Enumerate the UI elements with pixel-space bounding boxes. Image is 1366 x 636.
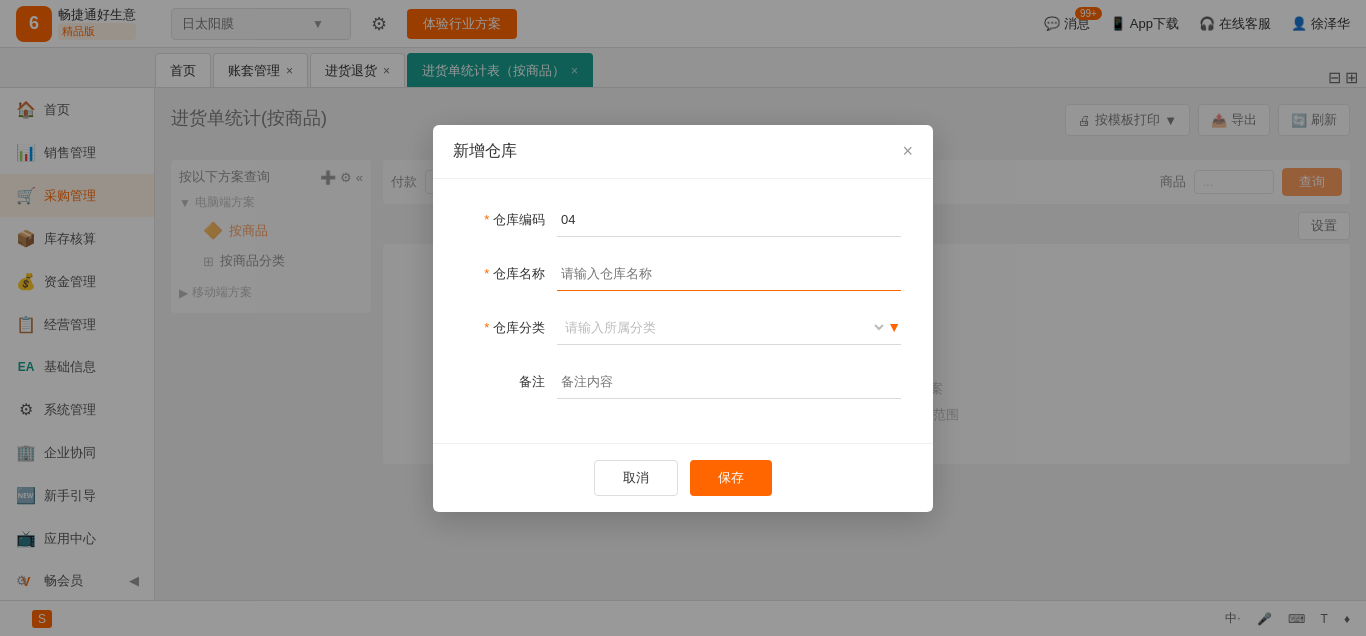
category-label: 仓库分类 — [465, 319, 545, 337]
category-select[interactable]: 请输入所属分类 — [557, 310, 887, 344]
category-select-wrapper: 请输入所属分类 ▼ — [557, 311, 901, 345]
code-input[interactable] — [557, 203, 901, 237]
select-arrow-icon: ▼ — [887, 319, 901, 335]
note-input[interactable] — [557, 365, 901, 399]
modal-title: 新增仓库 — [453, 141, 517, 162]
form-row-code: 仓库编码 — [465, 203, 901, 237]
modal-close-btn[interactable]: × — [902, 141, 913, 162]
modal-header: 新增仓库 × — [433, 125, 933, 179]
form-row-name: 仓库名称 — [465, 257, 901, 291]
modal-footer: 取消 保存 — [433, 443, 933, 512]
modal-body: 仓库编码 仓库名称 仓库分类 请输入所属分类 ▼ 备注 — [433, 179, 933, 443]
name-label: 仓库名称 — [465, 265, 545, 283]
name-input[interactable] — [557, 257, 901, 291]
cancel-btn[interactable]: 取消 — [594, 460, 678, 496]
modal-overlay: 新增仓库 × 仓库编码 仓库名称 仓库分类 请输入所属分类 ▼ — [0, 0, 1366, 636]
modal-new-warehouse: 新增仓库 × 仓库编码 仓库名称 仓库分类 请输入所属分类 ▼ — [433, 125, 933, 512]
form-row-note: 备注 — [465, 365, 901, 399]
save-btn[interactable]: 保存 — [690, 460, 772, 496]
form-row-category: 仓库分类 请输入所属分类 ▼ — [465, 311, 901, 345]
note-label: 备注 — [465, 373, 545, 391]
code-label: 仓库编码 — [465, 211, 545, 229]
